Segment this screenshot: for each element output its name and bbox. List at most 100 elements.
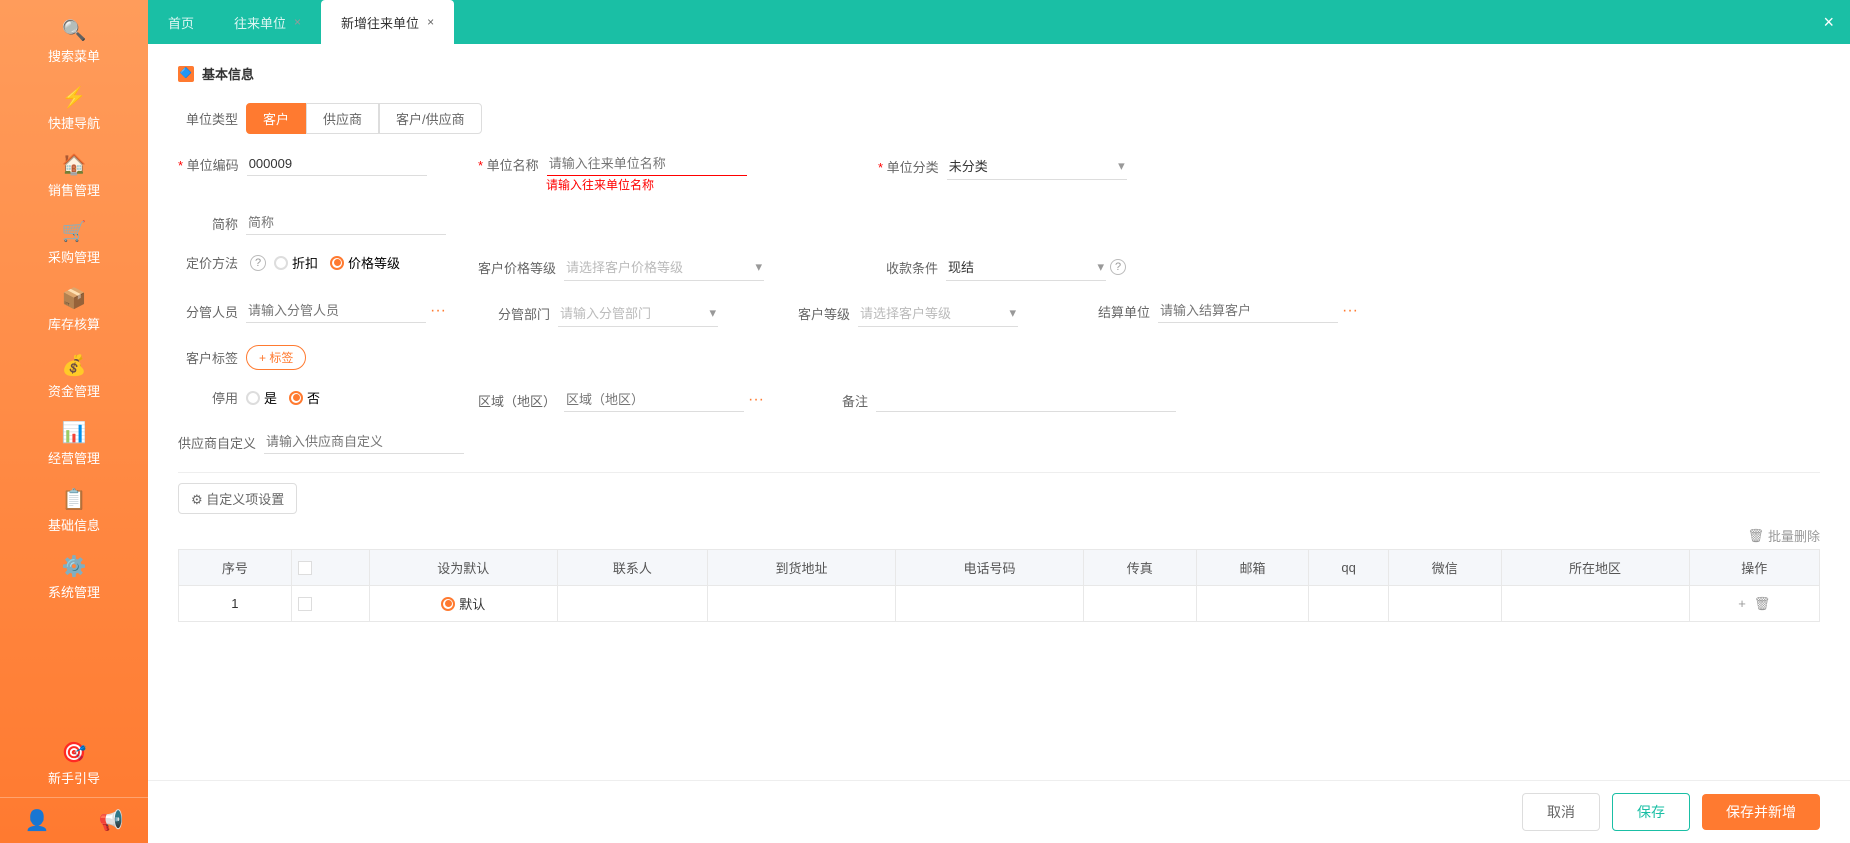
row-add-btn[interactable]: +: [1738, 596, 1746, 611]
region-more-btn[interactable]: ···: [744, 391, 768, 409]
save-button[interactable]: 保存: [1612, 793, 1690, 831]
td-wechat[interactable]: [1388, 586, 1501, 622]
select-all-checkbox[interactable]: [298, 561, 312, 575]
unit-type-btn-supplier[interactable]: 供应商: [306, 103, 379, 134]
customer-tag-group: 客户标签 + 标签: [178, 345, 438, 370]
unit-type-btn-customer[interactable]: 客户: [246, 103, 306, 134]
guide-icon: 🎯: [62, 740, 87, 765]
disabled-radio-group: 是 否: [246, 388, 320, 407]
unit-name-error: 请输入往来单位名称: [546, 178, 654, 192]
pricing-radio-discount-circle: [274, 256, 288, 270]
sidebar-item-quick-nav[interactable]: ⚡ 快捷导航: [0, 75, 148, 142]
disabled-radio-yes[interactable]: 是: [246, 388, 277, 407]
department-group: 分管部门 请输入分管部门 ▾: [490, 299, 750, 327]
sidebar-item-sales[interactable]: 🏠 销售管理: [0, 142, 148, 209]
sidebar-footer-icon2[interactable]: 📢: [99, 808, 124, 833]
sidebar-footer-icon1[interactable]: 👤: [25, 808, 50, 833]
search-icon: 🔍: [62, 18, 87, 43]
supplier-custom-input[interactable]: [264, 430, 464, 454]
contacts-table: 序号 设为默认 联系人 到货地址 电话号码 传真 邮箱 qq 微信 所在地区 操…: [178, 549, 1820, 622]
tab-new-partner[interactable]: 新增往来单位 ×: [321, 0, 454, 44]
td-address[interactable]: [708, 586, 896, 622]
purchase-icon: 🛒: [62, 219, 87, 244]
sidebar-item-search[interactable]: 🔍 搜索菜单: [0, 8, 148, 75]
sidebar-footer: 👤 📢: [0, 797, 148, 843]
remark-input[interactable]: [876, 388, 1176, 412]
td-fax[interactable]: [1083, 586, 1196, 622]
sidebar-item-inventory[interactable]: 📦 库存核算: [0, 276, 148, 343]
td-phone[interactable]: [895, 586, 1083, 622]
tab-home[interactable]: 首页: [148, 0, 214, 44]
batch-delete-btn[interactable]: 🗑 批量删除: [1747, 526, 1820, 545]
row-delete-btn[interactable]: 🗑: [1754, 596, 1771, 612]
pricing-method-help[interactable]: ?: [250, 255, 266, 271]
supplier-custom-group: 供应商自定义: [178, 430, 464, 454]
region-label: 区域（地区）: [478, 391, 556, 410]
pricing-radio-level[interactable]: 价格等级: [330, 253, 400, 272]
cancel-button[interactable]: 取消: [1522, 793, 1600, 831]
customer-level-select[interactable]: 请选择客户等级 ▾: [858, 299, 1018, 327]
settlement-unit-input[interactable]: [1158, 299, 1338, 323]
customer-tag-add-btn[interactable]: + 标签: [246, 345, 306, 370]
section-divider: [178, 472, 1820, 473]
sidebar-item-finance[interactable]: 💰 资金管理: [0, 343, 148, 410]
disabled-radio-no[interactable]: 否: [289, 388, 320, 407]
region-input[interactable]: [564, 388, 744, 412]
tab-bar-close-all[interactable]: ×: [1823, 12, 1834, 33]
settlement-unit-group: 结算单位 ···: [1090, 299, 1362, 323]
td-contact[interactable]: [557, 586, 707, 622]
sidebar-item-label: 库存核算: [48, 314, 100, 333]
unit-code-input[interactable]: [247, 152, 427, 176]
sidebar-item-system[interactable]: ⚙️ 系统管理: [0, 544, 148, 611]
customer-price-level-placeholder: 请选择客户价格等级: [566, 257, 751, 276]
th-default: 设为默认: [369, 550, 557, 586]
department-select[interactable]: 请输入分管部门 ▾: [558, 299, 718, 327]
unit-name-label: 单位名称: [478, 155, 539, 174]
row-checkbox[interactable]: [298, 597, 312, 611]
pricing-radio-group: 折扣 价格等级: [274, 253, 400, 272]
sidebar-item-purchase[interactable]: 🛒 采购管理: [0, 209, 148, 276]
unit-category-select[interactable]: 未分类 ▾: [947, 152, 1127, 180]
disabled-row: 停用 是 否 区域（地区） ··· 备注: [178, 388, 1820, 412]
unit-code-label: 单位编码: [178, 155, 239, 174]
td-qq[interactable]: [1309, 586, 1388, 622]
table-header: 序号 设为默认 联系人 到货地址 电话号码 传真 邮箱 qq 微信 所在地区 操…: [179, 550, 1820, 586]
sidebar-item-basic[interactable]: 📋 基础信息: [0, 477, 148, 544]
unit-type-btn-group: 客户 供应商 客户/供应商: [246, 103, 482, 134]
custom-settings-btn[interactable]: ⚙ 自定义项设置: [178, 483, 297, 514]
unit-type-btn-both[interactable]: 客户/供应商: [379, 103, 482, 134]
unit-type-label: 单位类型: [178, 109, 238, 128]
th-action: 操作: [1689, 550, 1819, 586]
customer-level-placeholder: 请选择客户等级: [860, 303, 1005, 322]
operation-icon: 📊: [62, 420, 87, 445]
payment-terms-help[interactable]: ?: [1110, 259, 1126, 275]
customer-price-level-label: 客户价格等级: [478, 258, 556, 277]
disabled-label: 停用: [178, 388, 238, 407]
default-radio[interactable]: [441, 597, 455, 611]
manager-input[interactable]: [246, 299, 426, 323]
pricing-radio-discount[interactable]: 折扣: [274, 253, 318, 272]
manager-more-btn[interactable]: ···: [426, 302, 450, 320]
abbr-input[interactable]: [246, 211, 446, 235]
td-default: 默认: [369, 586, 557, 622]
table-row: 1 默认: [179, 586, 1820, 622]
payment-terms-group: 收款条件 现结 ▾ ?: [878, 253, 1138, 281]
th-fax: 传真: [1083, 550, 1196, 586]
save-add-button[interactable]: 保存并新增: [1702, 794, 1820, 830]
td-email[interactable]: [1196, 586, 1309, 622]
sidebar-item-guide[interactable]: 🎯 新手引导: [0, 730, 148, 797]
sales-icon: 🏠: [62, 152, 87, 177]
inventory-icon: 📦: [62, 286, 87, 311]
unit-name-input[interactable]: [547, 152, 747, 176]
td-region[interactable]: [1501, 586, 1689, 622]
payment-terms-select[interactable]: 现结 ▾: [946, 253, 1106, 281]
tab-partner-close[interactable]: ×: [294, 15, 301, 29]
settlement-more-btn[interactable]: ···: [1338, 302, 1362, 320]
tab-partner[interactable]: 往来单位 ×: [214, 0, 321, 44]
th-checkbox: [291, 550, 369, 586]
customer-price-level-select[interactable]: 请选择客户价格等级 ▾: [564, 253, 764, 281]
tab-new-partner-close[interactable]: ×: [427, 15, 434, 29]
tab-bar: 首页 往来单位 × 新增往来单位 × ×: [148, 0, 1850, 44]
unit-category-value: 未分类: [949, 156, 1114, 175]
sidebar-item-operation[interactable]: 📊 经营管理: [0, 410, 148, 477]
